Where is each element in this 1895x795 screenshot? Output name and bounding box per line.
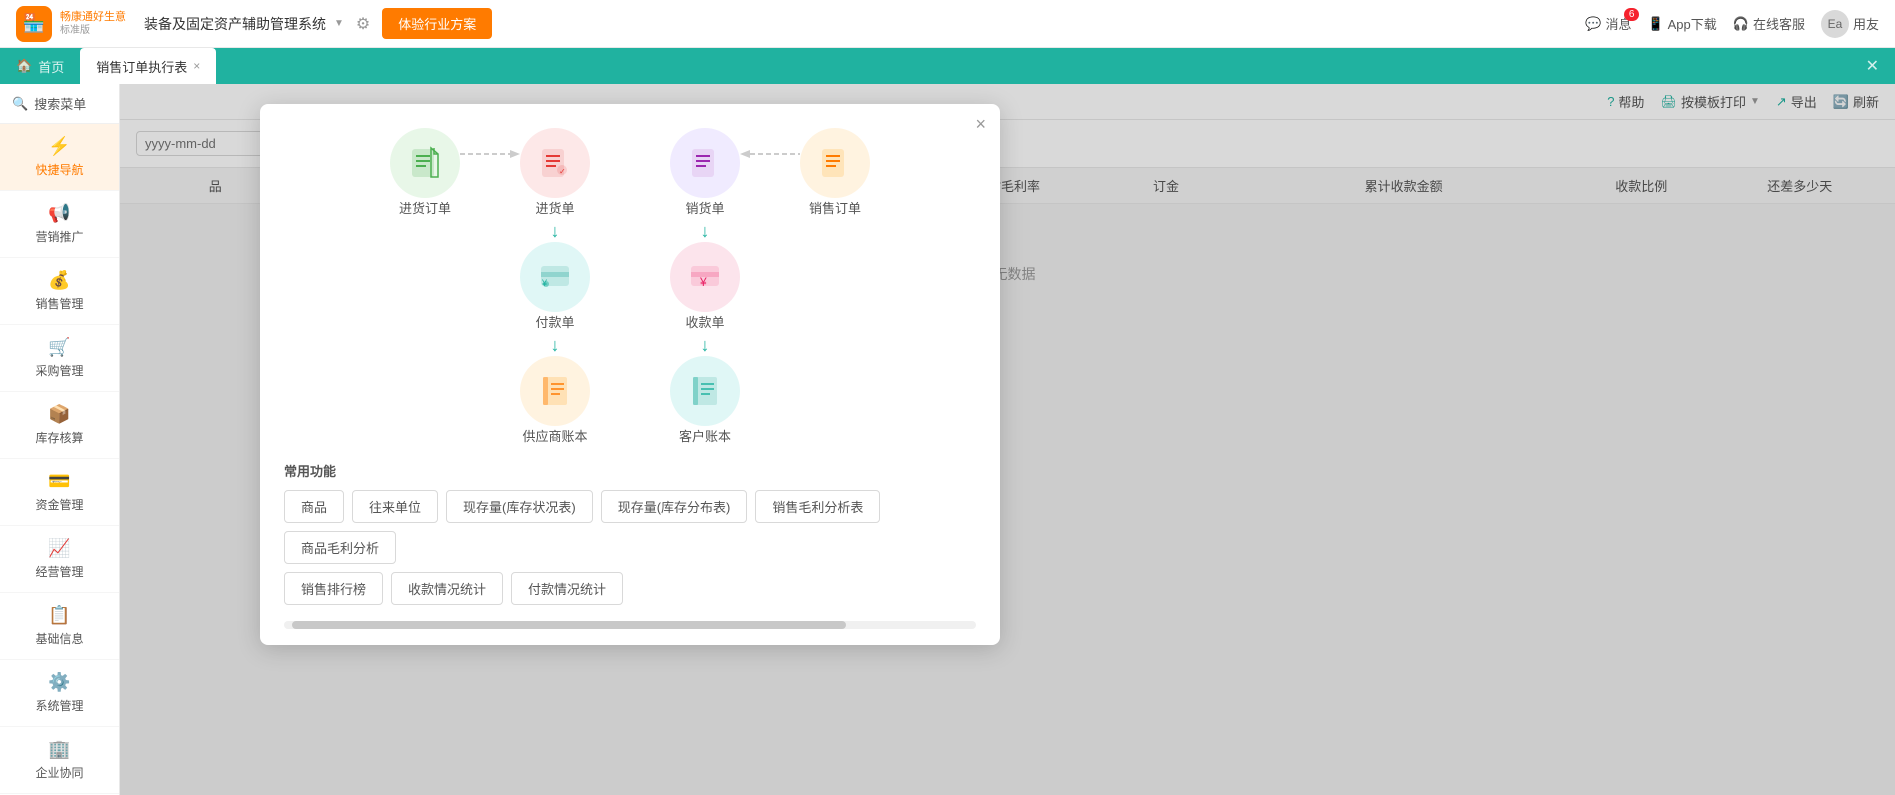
logo-area: 🏪 畅康通好生意 标准版 <box>16 6 136 42</box>
common-functions-title: 常用功能 <box>284 461 976 480</box>
receipt-bill-circle[interactable]: ¥ <box>670 242 740 312</box>
download-icon: 📱 <box>1647 16 1663 32</box>
modal-box: × 进货订单 <box>260 104 1000 645</box>
inventory-icon: 📦 <box>48 404 70 425</box>
func-btn-inventory-dist[interactable]: 现存量(库存分布表) <box>601 490 748 523</box>
logo-text: 畅康通好生意 标准版 <box>60 10 126 37</box>
message-icon: 💬 <box>1585 16 1601 32</box>
sidebar-item-quick-nav[interactable]: ⚡ 快捷导航 <box>0 124 119 191</box>
customer-ledger-circle[interactable] <box>670 356 740 426</box>
sidebar-item-purchase[interactable]: 🛒 采购管理 <box>0 325 119 392</box>
func-btn-inventory-status[interactable]: 现存量(库存状况表) <box>446 490 593 523</box>
purchase-order-circle[interactable] <box>390 128 460 198</box>
func-btn-sales-rank[interactable]: 销售排行榜 <box>284 572 383 605</box>
message-badge: 6 <box>1624 8 1640 21</box>
function-buttons: 商品 往来单位 现存量(库存状况表) 现存量(库存分布表) 销售毛利分析表 商品… <box>284 490 976 564</box>
top-bar: 🏪 畅康通好生意 标准版 装备及固定资产辅助管理系统 ▼ ⚙ 体验行业方案 💬 … <box>0 0 1895 48</box>
scrollbar-thumb <box>292 621 846 629</box>
avatar: Ea <box>1821 10 1849 38</box>
sales-order-label: 销售订单 <box>809 198 861 217</box>
func-btn-receipt-stats[interactable]: 收款情况统计 <box>391 572 503 605</box>
tab-home[interactable]: 🏠 首页 <box>0 48 80 84</box>
payment-bill-label: 付款单 <box>535 312 574 331</box>
finance-icon: 💳 <box>48 471 70 492</box>
func-btn-payment-stats[interactable]: 付款情况统计 <box>511 572 623 605</box>
tab-close-icon[interactable]: × <box>193 59 200 73</box>
basic-info-icon: 📋 <box>48 605 70 626</box>
sidebar-item-finance[interactable]: 💳 资金管理 <box>0 459 119 526</box>
settings-icon[interactable]: ⚙ <box>356 14 370 34</box>
svg-text:¥: ¥ <box>541 278 548 288</box>
home-icon: 🏠 <box>16 58 32 74</box>
svg-text:¥: ¥ <box>699 275 707 289</box>
sidebar-item-marketing[interactable]: 📢 营销推广 <box>0 191 119 258</box>
common-functions: 常用功能 商品 往来单位 现存量(库存状况表) 现存量(库存分布表) 销售毛利分… <box>284 461 976 605</box>
window-close-button[interactable]: ✕ <box>1850 56 1895 76</box>
logo-icon: 🏪 <box>16 6 52 42</box>
sales-icon: 💰 <box>48 270 70 291</box>
modal-scrollbar[interactable] <box>284 621 976 629</box>
sidebar: 🔍 搜索菜单 ⚡ 快捷导航 📢 营销推广 💰 销售管理 🛒 采购管理 📦 <box>0 84 120 795</box>
func-btn-contacts[interactable]: 往来单位 <box>352 490 438 523</box>
system-icon: ⚙️ <box>48 672 70 693</box>
marketing-icon: 📢 <box>48 203 70 224</box>
sidebar-item-basic-info[interactable]: 📋 基础信息 <box>0 593 119 660</box>
main-layout: 🔍 搜索菜单 ⚡ 快捷导航 📢 营销推广 💰 销售管理 🛒 采购管理 📦 <box>0 84 1895 795</box>
sales-bill-label: 销货单 <box>685 198 724 217</box>
sidebar-item-operations[interactable]: 📈 经营管理 <box>0 526 119 593</box>
search-icon: 🔍 <box>12 96 28 112</box>
sidebar-item-system[interactable]: ⚙️ 系统管理 <box>0 660 119 727</box>
purchase-order-label: 进货订单 <box>399 198 451 217</box>
online-service-button[interactable]: 🎧 在线客服 <box>1733 14 1805 33</box>
sales-order-circle[interactable] <box>800 128 870 198</box>
operations-icon: 📈 <box>48 538 70 559</box>
supplier-ledger-label: 供应商账本 <box>522 426 587 445</box>
modal-overlay[interactable]: × 进货订单 <box>120 84 1895 795</box>
tab-bar: 🏠 首页 销售订单执行表 × ✕ <box>0 48 1895 84</box>
experience-button[interactable]: 体验行业方案 <box>382 8 492 39</box>
sales-bill-circle[interactable] <box>670 128 740 198</box>
purchase-icon: 🛒 <box>48 337 70 358</box>
user-menu[interactable]: Ea 用友 <box>1821 10 1879 38</box>
func-btn-sales-margin[interactable]: 销售毛利分析表 <box>755 490 880 523</box>
modal-close-button[interactable]: × <box>975 114 986 135</box>
payment-bill-circle[interactable]: ¥ <box>520 242 590 312</box>
quick-nav-icon: ⚡ <box>48 136 70 157</box>
purchase-bill-label: 进货单 <box>535 198 574 217</box>
app-download-button[interactable]: 📱 App下载 <box>1647 14 1716 33</box>
receipt-bill-label: 收款单 <box>685 312 724 331</box>
service-icon: 🎧 <box>1733 16 1749 32</box>
svg-text:✓: ✓ <box>559 167 566 176</box>
tab-active[interactable]: 销售订单执行表 × <box>80 48 216 84</box>
sidebar-nav: ⚡ 快捷导航 📢 营销推广 💰 销售管理 🛒 采购管理 📦 库存核算 💳 <box>0 124 119 795</box>
purchase-bill-circle[interactable]: ✓ <box>520 128 590 198</box>
supplier-ledger-circle[interactable] <box>520 356 590 426</box>
enterprise-icon: 🏢 <box>48 739 70 760</box>
search-menu-button[interactable]: 🔍 搜索菜单 <box>0 84 119 124</box>
dropdown-icon[interactable]: ▼ <box>334 18 344 29</box>
function-buttons-row2: 销售排行榜 收款情况统计 付款情况统计 <box>284 572 976 605</box>
system-title: 装备及固定资产辅助管理系统 ▼ ⚙ <box>144 14 370 34</box>
top-right-actions: 💬 消息 6 📱 App下载 🎧 在线客服 Ea 用友 <box>1585 10 1879 38</box>
func-btn-goods[interactable]: 商品 <box>284 490 344 523</box>
content-area: ? 帮助 🖨 按模板打印 ▼ ↗ 导出 🔄 刷新 <box>120 84 1895 795</box>
sidebar-item-enterprise[interactable]: 🏢 企业协同 <box>0 727 119 794</box>
sidebar-item-sales[interactable]: 💰 销售管理 <box>0 258 119 325</box>
func-btn-goods-margin[interactable]: 商品毛利分析 <box>284 531 396 564</box>
message-button[interactable]: 💬 消息 6 <box>1585 14 1631 33</box>
sidebar-item-inventory[interactable]: 📦 库存核算 <box>0 392 119 459</box>
customer-ledger-label: 客户账本 <box>679 426 731 445</box>
